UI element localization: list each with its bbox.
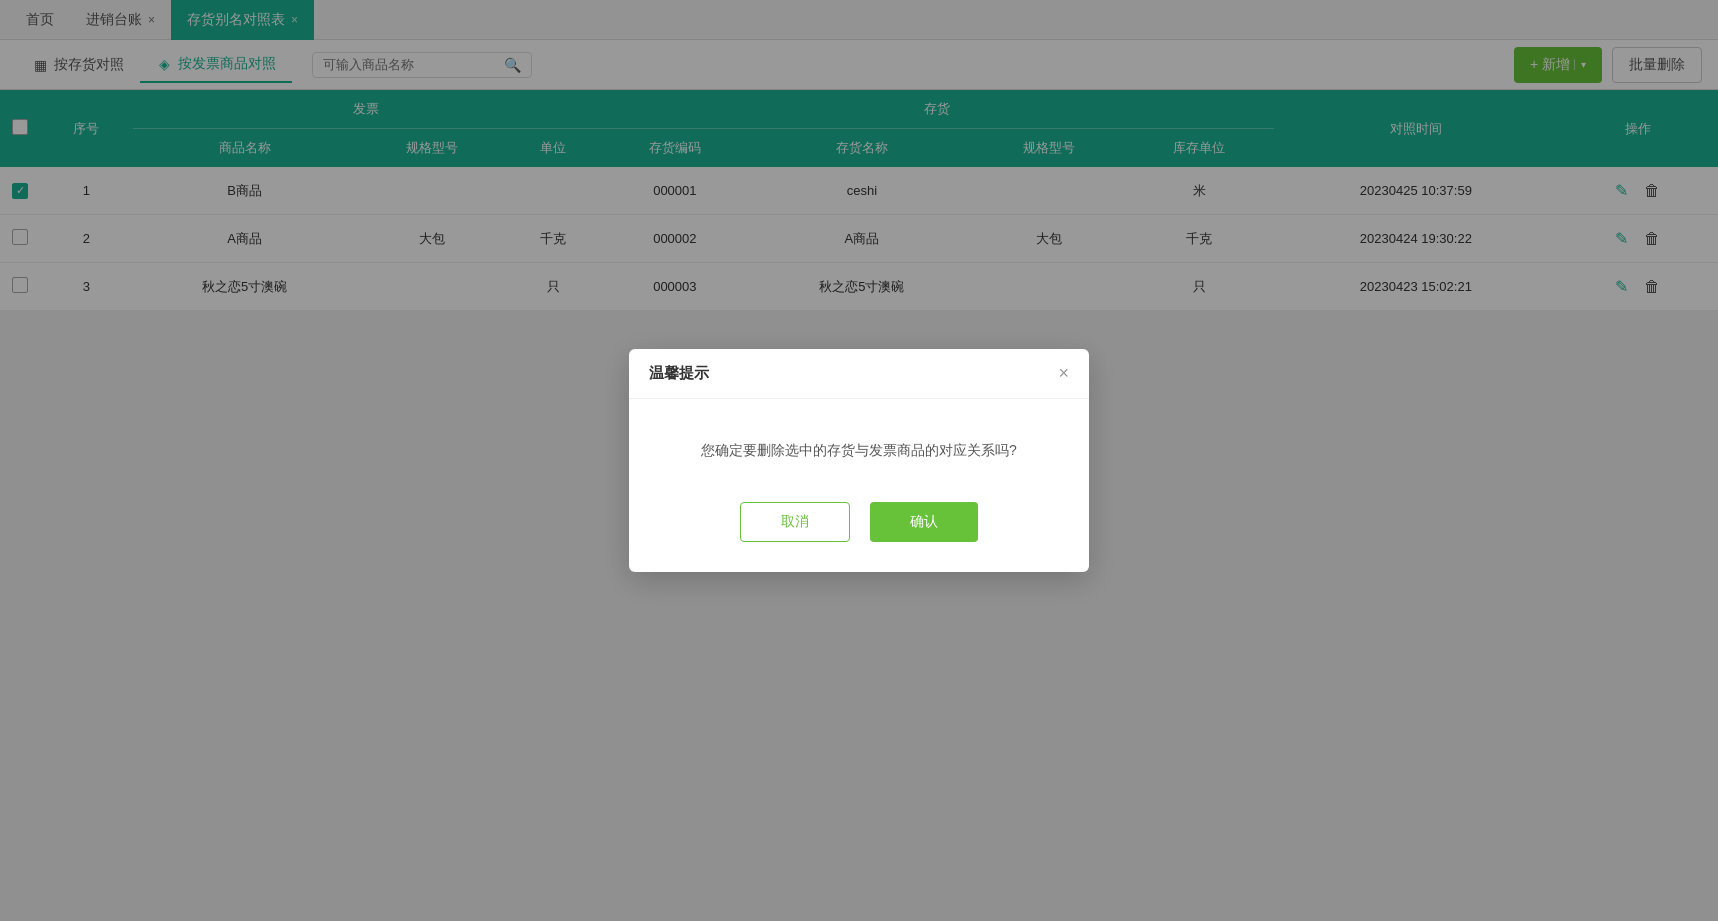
dialog-overlay: 温馨提示 × 您确定要删除选中的存货与发票商品的对应关系吗? 取消 确认 [0, 0, 1718, 311]
